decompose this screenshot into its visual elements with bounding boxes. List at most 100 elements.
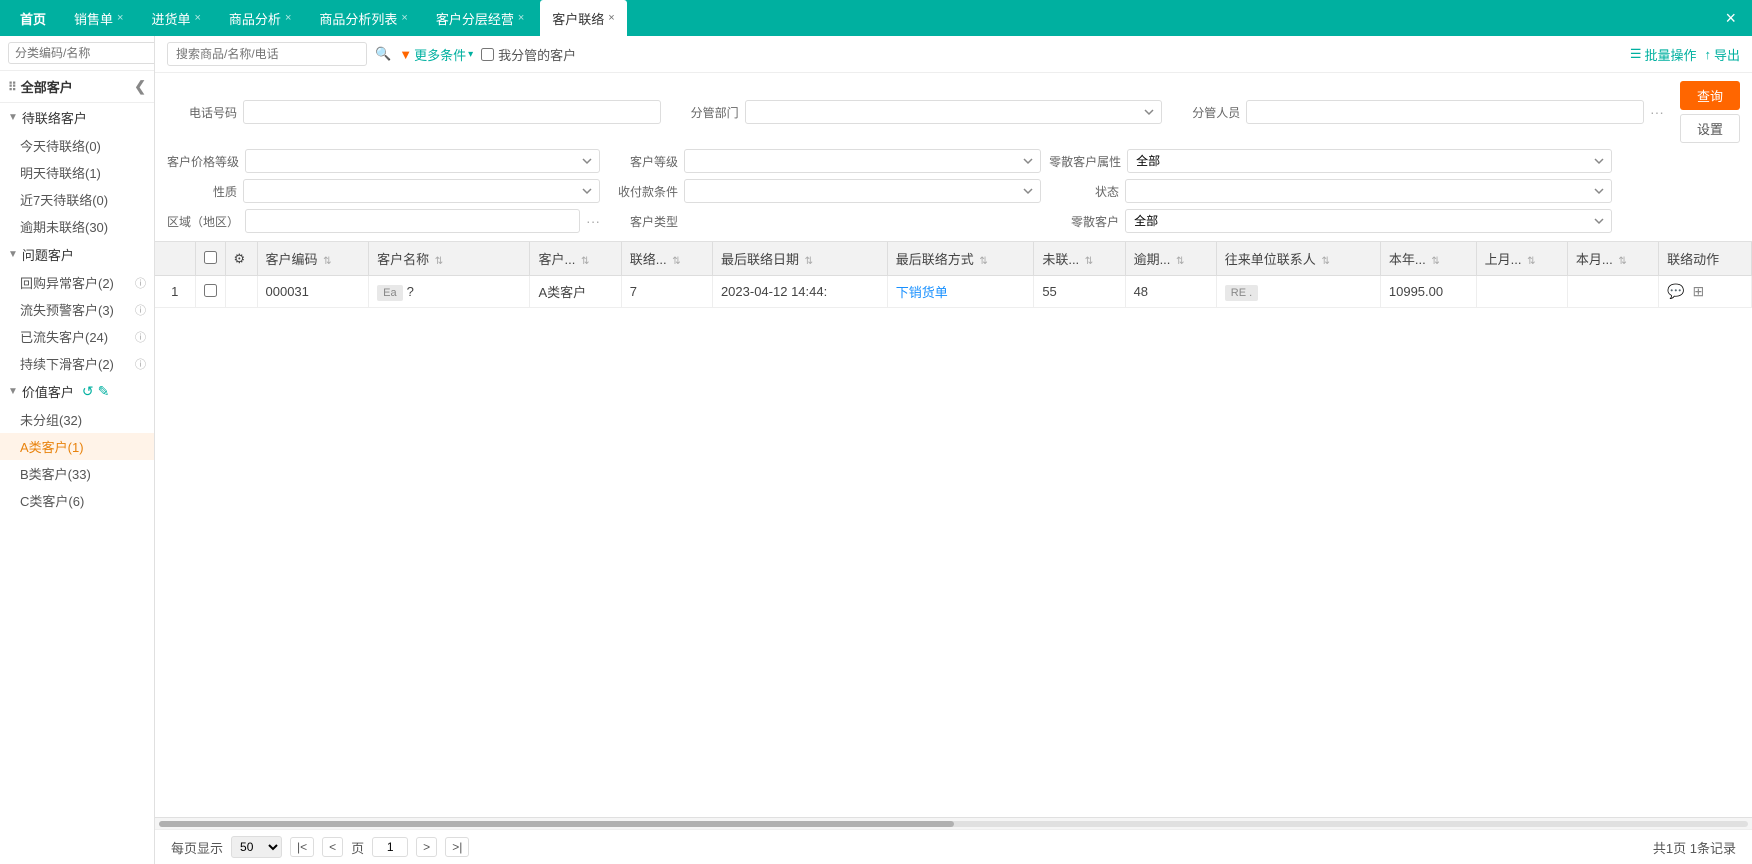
region-input[interactable]	[245, 209, 580, 233]
price-grade-select[interactable]	[245, 149, 600, 173]
tab-customer-contact-label: 客户联络	[552, 9, 604, 28]
edit-value-icon[interactable]: ✎	[98, 383, 110, 400]
help-icon-3[interactable]: ⓘ	[135, 329, 146, 345]
last-page-button[interactable]: >|	[445, 837, 469, 857]
tab-customer-tier[interactable]: 客户分层经营 ×	[424, 0, 536, 36]
col-customer-code[interactable]: 客户编码 ⇅	[257, 242, 369, 276]
page-size-select[interactable]: 50 100 200	[231, 836, 282, 858]
first-page-button[interactable]: |<	[290, 837, 314, 857]
section-problem-customers[interactable]: ▼ 问题客户	[0, 240, 154, 269]
phone-input[interactable]	[243, 100, 661, 124]
col-this-month[interactable]: 本月... ⇅	[1567, 242, 1658, 276]
cell-checkbox[interactable]	[195, 276, 225, 308]
sidebar-item-class-a[interactable]: A类客户(1)	[0, 433, 154, 460]
tab-purchase-order-close[interactable]: ×	[194, 12, 200, 24]
help-icon-2[interactable]: ⓘ	[135, 302, 146, 318]
tab-customer-contact[interactable]: 客户联络 ×	[540, 0, 626, 36]
nature-select[interactable]	[243, 179, 600, 203]
col-no-contact-label: 未联...	[1042, 252, 1079, 267]
sidebar-item-abnormal-repurchase[interactable]: 回购异常客户(2) ⓘ	[0, 269, 154, 296]
section-pending-contact[interactable]: ▼ 待联络客户	[0, 103, 154, 132]
sidebar-item-ungrouped[interactable]: 未分组(32)	[0, 406, 154, 433]
section-value-customers[interactable]: ▼ 价值客户 ↺ ✎	[0, 377, 154, 406]
comment-icon[interactable]: 💬	[1667, 283, 1684, 300]
settings-button[interactable]: 设置	[1680, 114, 1740, 143]
scrollbar-track[interactable]	[159, 821, 1748, 827]
sidebar-item-class-b[interactable]: B类客户(33)	[0, 460, 154, 487]
retail-attr-select[interactable]: 全部	[1127, 149, 1612, 173]
cell-this-month	[1567, 276, 1658, 308]
customer-table-container[interactable]: ⚙ 客户编码 ⇅ 客户名称 ⇅ 客户... ⇅	[155, 242, 1752, 817]
more-conditions-button[interactable]: ▼ 更多条件 ▾	[399, 45, 473, 64]
sidebar-item-class-c[interactable]: C类客户(6)	[0, 487, 154, 514]
tab-product-analysis-list[interactable]: 商品分析列表 ×	[307, 0, 419, 36]
window-close-button[interactable]: ×	[1717, 8, 1744, 28]
refresh-icon[interactable]: ↺	[82, 383, 94, 400]
prev-page-button[interactable]: <	[322, 837, 343, 857]
col-checkbox	[195, 242, 225, 276]
col-this-year[interactable]: 本年... ⇅	[1380, 242, 1476, 276]
person-input[interactable]	[1246, 100, 1644, 124]
table-settings-icon[interactable]: ⚙	[234, 251, 246, 266]
col-last-method[interactable]: 最后联络方式 ⇅	[887, 242, 1034, 276]
help-icon-4[interactable]: ⓘ	[135, 356, 146, 372]
sidebar-item-declining[interactable]: 持续下滑客户(2) ⓘ	[0, 350, 154, 377]
qr-code-icon[interactable]: ⊞	[1693, 283, 1705, 300]
select-all-checkbox[interactable]	[204, 251, 217, 264]
cell-overdue: 48	[1125, 276, 1216, 308]
customer-table: ⚙ 客户编码 ⇅ 客户名称 ⇅ 客户... ⇅	[155, 242, 1752, 308]
tab-sales-order-close[interactable]: ×	[117, 12, 123, 24]
col-last-date[interactable]: 最后联络日期 ⇅	[712, 242, 887, 276]
region-dots-icon[interactable]: ···	[586, 213, 600, 229]
sidebar-item-churn-warning[interactable]: 流失预警客户(3) ⓘ	[0, 296, 154, 323]
my-customers-checkbox-label[interactable]: 我分管的客户	[481, 45, 576, 64]
col-unit-contact[interactable]: 往来单位联系人 ⇅	[1216, 242, 1380, 276]
last-method-link[interactable]: 下销货单	[896, 285, 948, 300]
batch-ops-button[interactable]: ☰ 批量操作	[1630, 45, 1697, 64]
col-overdue[interactable]: 逾期... ⇅	[1125, 242, 1216, 276]
search-input[interactable]	[167, 42, 367, 66]
col-settings[interactable]: ⚙	[225, 242, 257, 276]
scrollbar-thumb[interactable]	[159, 821, 954, 827]
row-checkbox[interactable]	[204, 284, 217, 297]
export-button[interactable]: ↑ 导出	[1704, 45, 1740, 64]
home-tab[interactable]: 首页	[8, 5, 58, 32]
tab-purchase-order[interactable]: 进货单 ×	[139, 0, 212, 36]
col-customer-type[interactable]: 客户... ⇅	[530, 242, 621, 276]
category-search-input[interactable]	[8, 42, 155, 64]
sidebar-item-7days[interactable]: 近7天待联络(0)	[0, 186, 154, 213]
tab-product-analysis[interactable]: 商品分析 ×	[217, 0, 303, 36]
sidebar-item-tomorrow[interactable]: 明天待联络(1)	[0, 159, 154, 186]
col-last-month[interactable]: 上月... ⇅	[1476, 242, 1567, 276]
sidebar-item-tomorrow-label: 明天待联络(1)	[20, 163, 101, 182]
person-dots-icon[interactable]: ···	[1650, 104, 1664, 120]
payment-select[interactable]	[684, 179, 1041, 203]
col-contact-count[interactable]: 联络... ⇅	[621, 242, 712, 276]
customer-grade-select[interactable]	[684, 149, 1041, 173]
sidebar-item-overdue[interactable]: 逾期未联络(30)	[0, 213, 154, 240]
horizontal-scrollbar[interactable]	[155, 817, 1752, 829]
next-page-button[interactable]: >	[416, 837, 437, 857]
collapse-sidebar-icon[interactable]: ❮	[134, 78, 146, 95]
search-button[interactable]: 🔍	[375, 46, 391, 62]
sidebar-item-today[interactable]: 今天待联络(0)	[0, 132, 154, 159]
col-this-month-label: 本月...	[1576, 252, 1613, 267]
cell-last-method[interactable]: 下销货单	[887, 276, 1034, 308]
sidebar-item-churned[interactable]: 已流失客户(24) ⓘ	[0, 323, 154, 350]
tab-product-analysis-list-close[interactable]: ×	[401, 12, 407, 24]
tab-product-analysis-close[interactable]: ×	[285, 12, 291, 24]
dept-select[interactable]	[745, 100, 1163, 124]
page-number-input[interactable]	[372, 837, 408, 857]
tab-customer-tier-close[interactable]: ×	[518, 12, 524, 24]
help-icon-1[interactable]: ⓘ	[135, 275, 146, 291]
all-customers-header[interactable]: ⠿ 全部客户 ❮	[0, 71, 154, 103]
my-customers-checkbox[interactable]	[481, 48, 494, 61]
col-no-contact[interactable]: 未联... ⇅	[1034, 242, 1125, 276]
col-customer-name[interactable]: 客户名称 ⇅	[369, 242, 530, 276]
query-button[interactable]: 查询	[1680, 81, 1740, 110]
tab-sales-order[interactable]: 销售单 ×	[62, 0, 135, 36]
sidebar-item-churn-warning-label: 流失预警客户(3)	[20, 300, 114, 319]
retail-customer-select[interactable]: 全部	[1125, 209, 1612, 233]
tab-customer-contact-close[interactable]: ×	[608, 12, 614, 24]
status-select[interactable]	[1125, 179, 1612, 203]
